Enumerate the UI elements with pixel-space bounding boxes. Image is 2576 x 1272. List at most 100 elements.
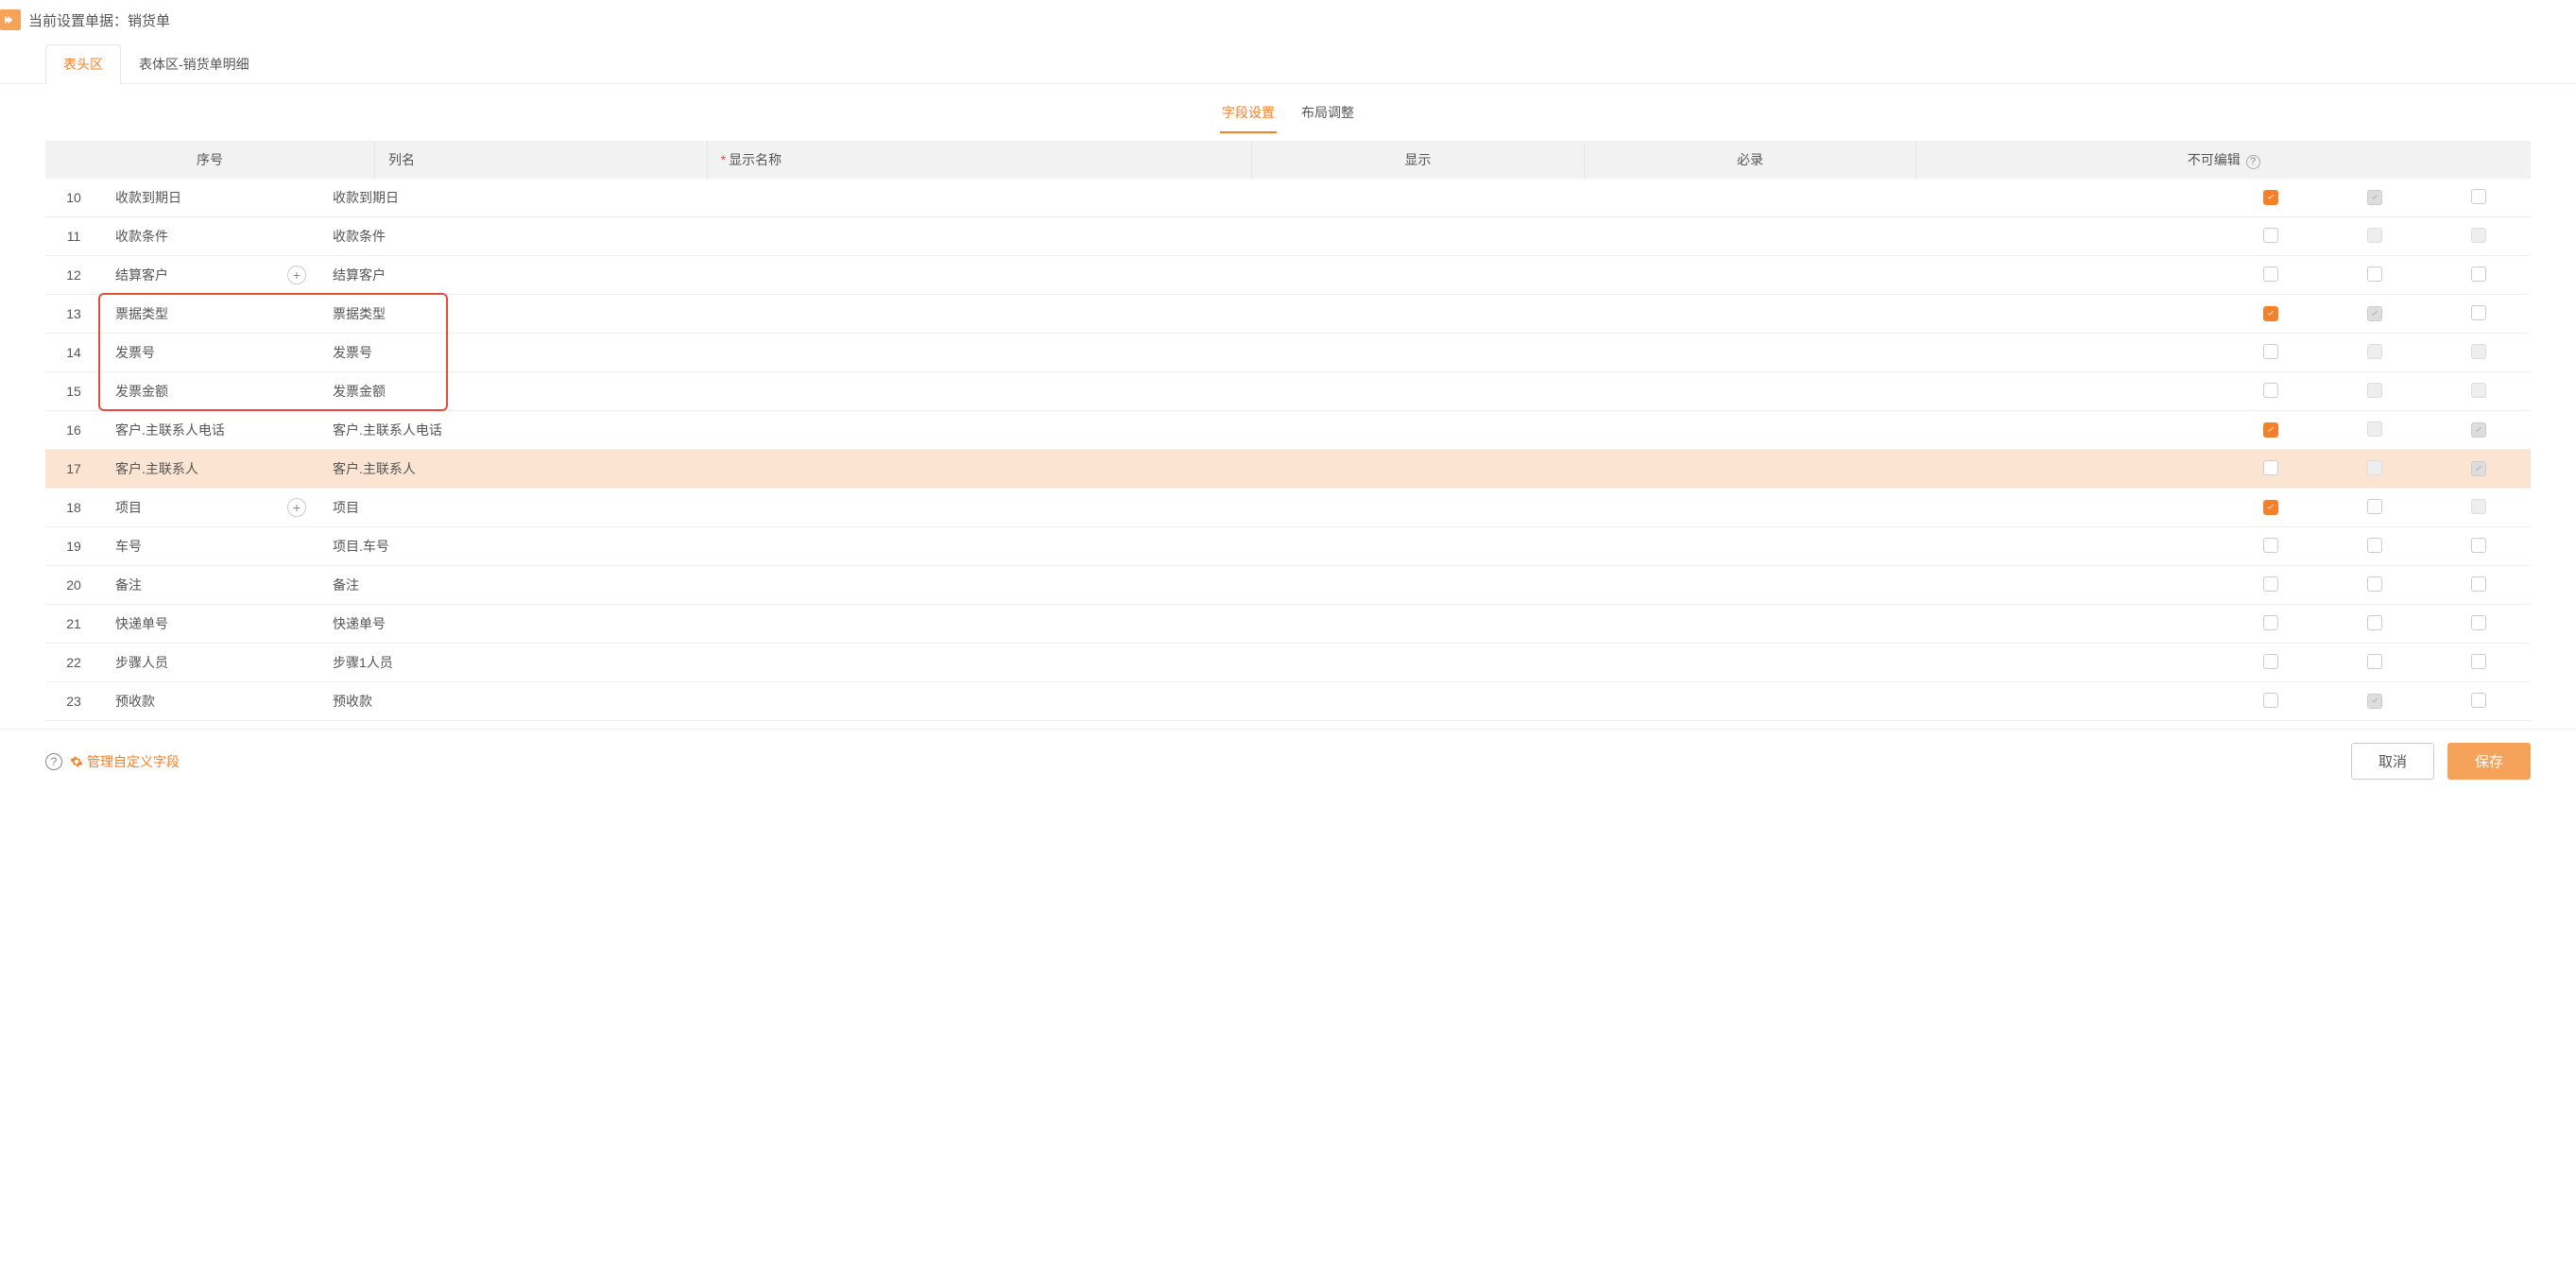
checkbox-required[interactable] <box>2367 538 2382 553</box>
table-row[interactable]: 22步骤人员步骤1人员 <box>45 644 2531 682</box>
row-colname: 客户.主联系人电话 <box>102 411 319 450</box>
checkbox-show[interactable] <box>2263 266 2278 282</box>
checkbox-show[interactable] <box>2263 693 2278 708</box>
table-row[interactable]: 23预收款预收款 <box>45 682 2531 721</box>
table-row[interactable]: 15发票金额发票金额 <box>45 372 2531 411</box>
checkbox-readonly[interactable] <box>2471 693 2486 708</box>
checkbox-required[interactable] <box>2367 615 2382 630</box>
manage-custom-fields-label: 管理自定义字段 <box>87 752 180 771</box>
row-colname: 快递单号 <box>102 605 319 644</box>
row-displayname[interactable]: 备注 <box>319 566 2219 605</box>
checkbox-required <box>2367 190 2382 205</box>
row-displayname[interactable]: 步骤1人员 <box>319 644 2219 682</box>
row-colname: 发票号 <box>102 334 319 372</box>
subtab-0[interactable]: 字段设置 <box>1220 97 1277 133</box>
row-seq: 17 <box>45 450 102 489</box>
table-row[interactable]: 11收款条件收款条件 <box>45 217 2531 256</box>
checkbox-readonly[interactable] <box>2471 654 2486 669</box>
row-displayname[interactable]: 收款条件 <box>319 217 2219 256</box>
table-row[interactable]: 19车号项目.车号 <box>45 527 2531 566</box>
checkbox-show[interactable] <box>2263 306 2278 321</box>
checkbox-readonly[interactable] <box>2471 576 2486 592</box>
checkbox-show[interactable] <box>2263 500 2278 515</box>
row-seq: 19 <box>45 527 102 566</box>
checkbox-show[interactable] <box>2263 383 2278 398</box>
help-icon[interactable]: ? <box>45 753 62 770</box>
checkbox-required[interactable] <box>2367 499 2382 514</box>
row-displayname[interactable]: 发票金额 <box>319 372 2219 411</box>
row-seq: 14 <box>45 334 102 372</box>
row-colname: 备注 <box>102 566 319 605</box>
checkbox-required[interactable] <box>2367 576 2382 592</box>
table-row[interactable]: 12结算客户+结算客户 <box>45 256 2531 295</box>
checkbox-required[interactable] <box>2367 266 2382 282</box>
row-seq: 11 <box>45 217 102 256</box>
save-button[interactable]: 保存 <box>2447 743 2531 780</box>
row-colname: 车号 <box>102 527 319 566</box>
checkbox-readonly[interactable] <box>2471 615 2486 630</box>
subtab-1[interactable]: 布局调整 <box>1299 97 1356 133</box>
checkbox-readonly <box>2471 383 2486 398</box>
checkbox-show[interactable] <box>2263 460 2278 475</box>
manage-custom-fields-link[interactable]: 管理自定义字段 <box>70 752 180 771</box>
checkbox-required <box>2367 460 2382 475</box>
title-bar: 当前设置单据： 销货单 <box>0 0 2576 40</box>
checkbox-required[interactable] <box>2367 654 2382 669</box>
table-row[interactable]: 18项目+项目 <box>45 489 2531 527</box>
row-displayname[interactable]: 预收款 <box>319 682 2219 721</box>
row-displayname[interactable]: 发票号 <box>319 334 2219 372</box>
row-displayname[interactable]: 票据类型 <box>319 295 2219 334</box>
row-displayname[interactable]: 客户.主联系人 <box>319 450 2219 489</box>
checkbox-show[interactable] <box>2263 190 2278 205</box>
row-seq: 16 <box>45 411 102 450</box>
row-displayname[interactable]: 快递单号 <box>319 605 2219 644</box>
checkbox-show[interactable] <box>2263 344 2278 359</box>
add-child-button[interactable]: + <box>287 498 306 517</box>
row-seq: 15 <box>45 372 102 411</box>
row-seq: 10 <box>45 179 102 217</box>
row-displayname[interactable]: 客户.主联系人电话 <box>319 411 2219 450</box>
title-label: 当前设置单据： <box>28 10 128 30</box>
row-colname: 预收款 <box>102 682 319 721</box>
add-child-button[interactable]: + <box>287 266 306 284</box>
checkbox-readonly[interactable] <box>2471 305 2486 320</box>
row-colname: 收款到期日 <box>102 179 319 217</box>
help-icon[interactable]: ? <box>2246 155 2260 169</box>
footer-bar: ? 管理自定义字段 取消 保存 <box>0 729 2576 793</box>
row-seq: 18 <box>45 489 102 527</box>
row-seq: 20 <box>45 566 102 605</box>
col-header-required: 必录 <box>1584 141 1916 179</box>
checkbox-required <box>2367 344 2382 359</box>
checkbox-show[interactable] <box>2263 422 2278 438</box>
row-seq: 22 <box>45 644 102 682</box>
row-colname: 票据类型 <box>102 295 319 334</box>
table-row[interactable]: 21快递单号快递单号 <box>45 605 2531 644</box>
row-displayname[interactable]: 项目 <box>319 489 2219 527</box>
checkbox-show[interactable] <box>2263 615 2278 630</box>
col-header-displayname: *显示名称 <box>707 141 1251 179</box>
row-seq: 13 <box>45 295 102 334</box>
row-displayname[interactable]: 收款到期日 <box>319 179 2219 217</box>
tab-0[interactable]: 表头区 <box>45 44 121 84</box>
tab-1[interactable]: 表体区-销货单明细 <box>121 44 267 84</box>
checkbox-show[interactable] <box>2263 538 2278 553</box>
checkbox-readonly[interactable] <box>2471 266 2486 282</box>
table-row[interactable]: 10收款到期日收款到期日 <box>45 179 2531 217</box>
cancel-button[interactable]: 取消 <box>2351 743 2434 780</box>
expand-sidebar-button[interactable] <box>0 9 21 30</box>
table-row[interactable]: 16客户.主联系人电话客户.主联系人电话 <box>45 411 2531 450</box>
table-row[interactable]: 20备注备注 <box>45 566 2531 605</box>
row-displayname[interactable]: 结算客户 <box>319 256 2219 295</box>
table-row[interactable]: 13票据类型票据类型 <box>45 295 2531 334</box>
checkbox-readonly[interactable] <box>2471 538 2486 553</box>
checkbox-show[interactable] <box>2263 576 2278 592</box>
row-displayname[interactable]: 项目.车号 <box>319 527 2219 566</box>
checkbox-readonly[interactable] <box>2471 189 2486 204</box>
table-row[interactable]: 14发票号发票号 <box>45 334 2531 372</box>
checkbox-readonly <box>2471 228 2486 243</box>
checkbox-readonly <box>2471 422 2486 438</box>
title-doc-name: 销货单 <box>128 10 170 30</box>
checkbox-show[interactable] <box>2263 654 2278 669</box>
table-row[interactable]: 17客户.主联系人客户.主联系人 <box>45 450 2531 489</box>
checkbox-show[interactable] <box>2263 228 2278 243</box>
